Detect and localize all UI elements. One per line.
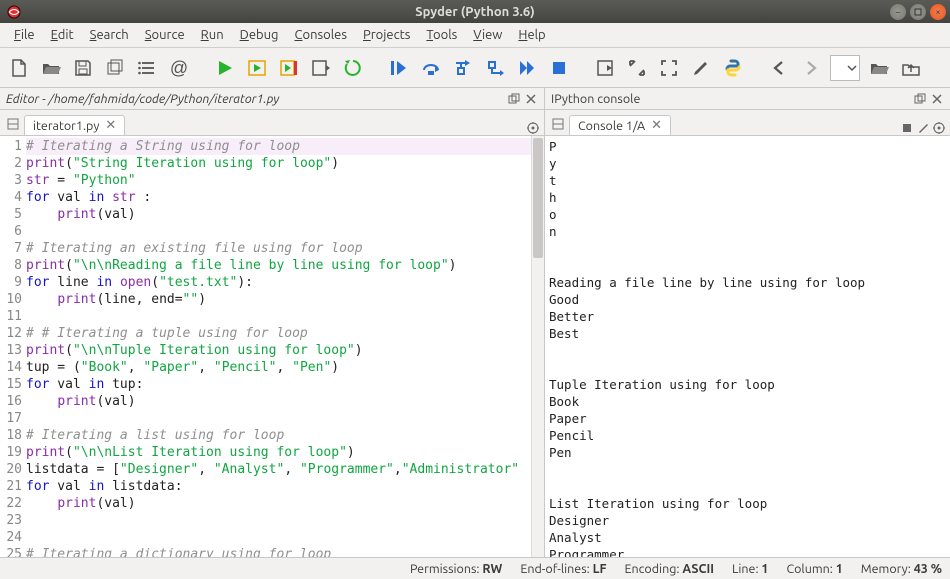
new-file-button[interactable]	[6, 55, 32, 81]
menu-view[interactable]: View	[465, 26, 510, 44]
editor-options-icon[interactable]	[526, 121, 540, 135]
pane-close-icon[interactable]	[930, 92, 944, 106]
kernel-button[interactable]	[592, 55, 618, 81]
run-cell-button[interactable]	[244, 55, 270, 81]
cwd-dropdown[interactable]	[830, 55, 860, 81]
run-button[interactable]	[212, 55, 238, 81]
rerun-button[interactable]	[340, 55, 366, 81]
debug-stop-button[interactable]	[546, 55, 572, 81]
statusbar: Permissions: RW End-of-lines: LF Encodin…	[0, 557, 950, 579]
console-pane: IPython console Console 1/A ✕ P y t h o …	[545, 88, 950, 557]
debug-continue-button[interactable]	[514, 55, 540, 81]
debug-step-in-button[interactable]	[450, 55, 476, 81]
browse-cwd-button[interactable]	[866, 55, 892, 81]
debug-step-out-button[interactable]	[482, 55, 508, 81]
console-stop-icon[interactable]	[900, 121, 914, 135]
save-file-button[interactable]	[70, 55, 96, 81]
pane-close-icon[interactable]	[524, 92, 538, 106]
editor-scrollbar[interactable]	[531, 136, 544, 557]
menu-search[interactable]: Search	[82, 26, 137, 44]
menu-run[interactable]: Run	[193, 26, 232, 44]
console-switch-icon[interactable]	[549, 113, 567, 135]
tab-close-icon[interactable]: ✕	[105, 118, 116, 133]
fullscreen-button[interactable]	[656, 55, 682, 81]
menu-source[interactable]: Source	[137, 26, 193, 44]
menu-debug[interactable]: Debug	[232, 26, 287, 44]
save-all-button[interactable]	[102, 55, 128, 81]
file-switch-icon[interactable]	[4, 113, 22, 135]
editor-pane: Editor - /home/fahmida/code/Python/itera…	[0, 88, 545, 557]
preferences-button[interactable]	[688, 55, 714, 81]
menu-projects[interactable]: Projects	[355, 26, 418, 44]
maximize-pane-button[interactable]	[624, 55, 650, 81]
console-tab-label: Console 1/A	[578, 119, 645, 133]
console-options-icon[interactable]	[932, 121, 946, 135]
console-title: IPython console	[551, 92, 913, 106]
close-button[interactable]: ×	[930, 4, 946, 20]
debug-step-over-button[interactable]	[418, 55, 444, 81]
pane-undock-icon[interactable]	[507, 92, 521, 106]
run-cell-advance-button[interactable]	[276, 55, 302, 81]
console-tab[interactable]: Console 1/A ✕	[569, 115, 671, 135]
editor-title: Editor - /home/fahmida/code/Python/itera…	[6, 92, 507, 106]
list-icon[interactable]	[134, 55, 160, 81]
menu-edit[interactable]: Edit	[43, 26, 82, 44]
svg-text:@: @	[170, 58, 188, 78]
tab-close-icon[interactable]: ✕	[651, 118, 662, 133]
toolbar: @	[0, 48, 950, 88]
console-output[interactable]: P y t h o n Reading a file line by line …	[545, 136, 950, 557]
pane-undock-icon[interactable]	[913, 92, 927, 106]
menubar: FileEditSearchSourceRunDebugConsolesProj…	[0, 23, 950, 48]
open-file-button[interactable]	[38, 55, 64, 81]
back-button[interactable]	[766, 55, 792, 81]
menu-consoles[interactable]: Consoles	[287, 26, 355, 44]
parent-dir-button[interactable]	[898, 55, 924, 81]
run-selection-button[interactable]	[308, 55, 334, 81]
maximize-button[interactable]	[910, 4, 926, 20]
minimize-button[interactable]: –	[890, 4, 906, 20]
menu-tools[interactable]: Tools	[418, 26, 465, 44]
python-path-button[interactable]	[720, 55, 746, 81]
debug-step-button[interactable]	[386, 55, 412, 81]
app-icon	[6, 4, 22, 20]
editor-tab-label: iterator1.py	[33, 119, 99, 133]
menu-help[interactable]: Help	[510, 26, 553, 44]
at-icon[interactable]: @	[166, 55, 192, 81]
console-clear-icon[interactable]	[916, 121, 930, 135]
forward-button[interactable]	[798, 55, 824, 81]
titlebar: Spyder (Python 3.6) – ×	[0, 0, 950, 23]
editor-tab[interactable]: iterator1.py ✕	[24, 115, 125, 135]
window-title: Spyder (Python 3.6)	[0, 5, 950, 19]
code-editor[interactable]: 1 2 3 4 5 6 7 8 9 10 11 12 13 14 15 16 1…	[0, 136, 544, 557]
menu-file[interactable]: File	[6, 26, 43, 44]
